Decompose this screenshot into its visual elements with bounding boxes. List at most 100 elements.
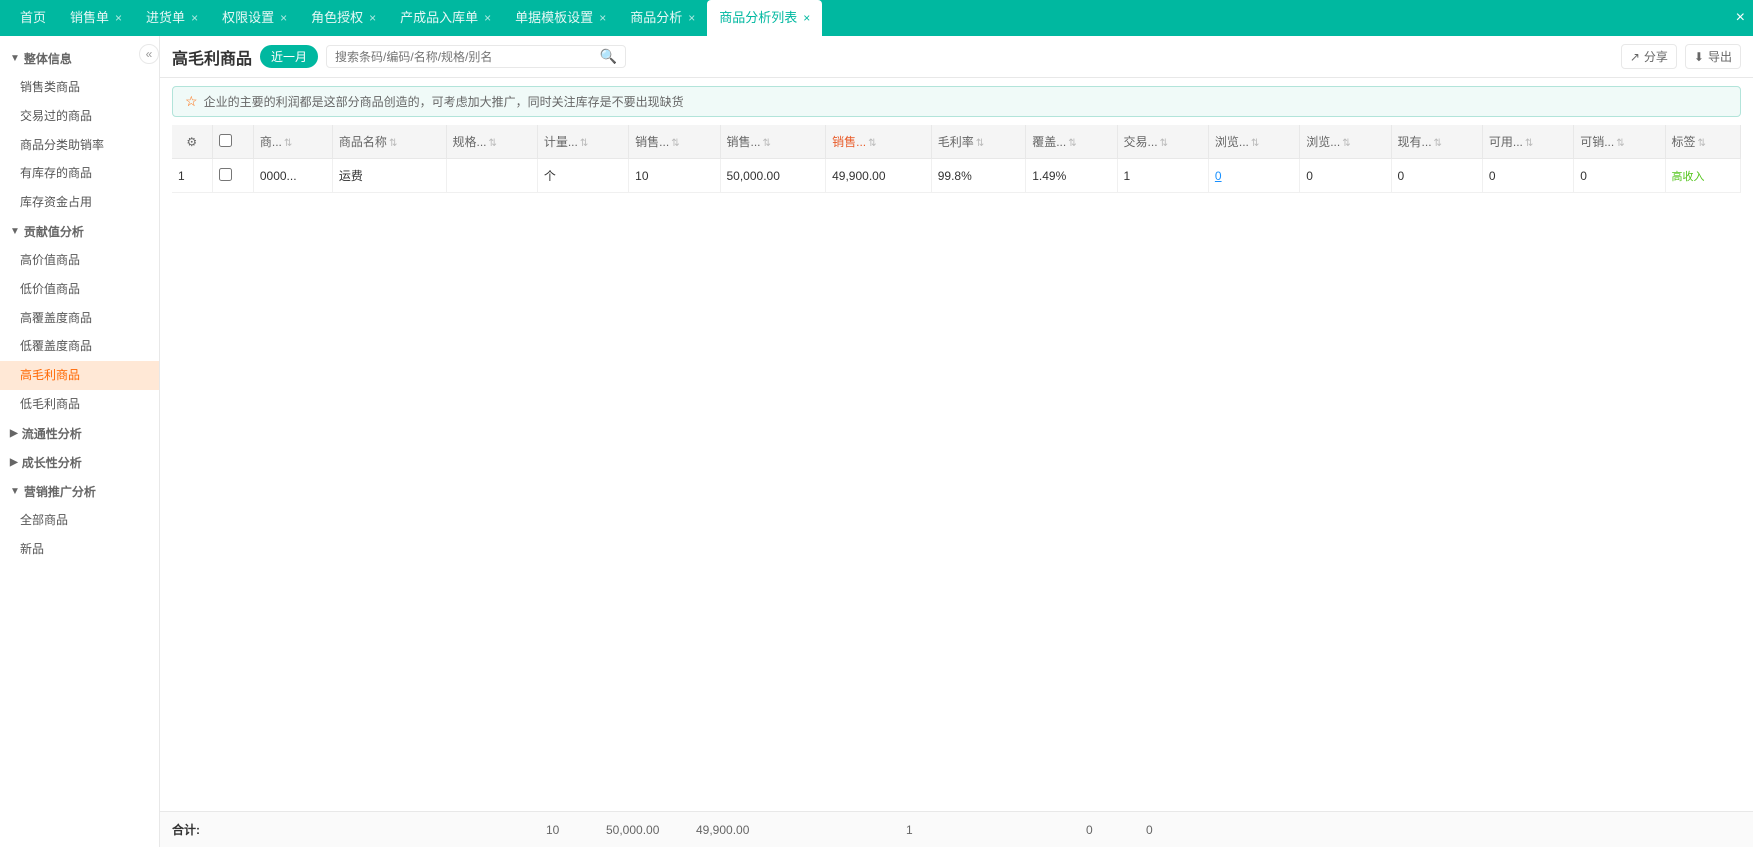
tab-purchase[interactable]: 进货单 × [134, 0, 210, 36]
sidebar-item-low-coverage[interactable]: 低覆盖度商品 [0, 332, 159, 361]
sidebar-item-low-value[interactable]: 低价值商品 [0, 275, 159, 304]
sort-icon-16: ⇅ [1698, 138, 1706, 149]
sidebar-group-growth[interactable]: ▶ 成长性分析 [0, 448, 159, 477]
col-saleable[interactable]: 可销...⇅ [1574, 125, 1665, 159]
cell-saleable: 0 [1574, 159, 1665, 193]
col-coverage[interactable]: 覆盖...⇅ [1026, 125, 1117, 159]
search-input[interactable] [335, 50, 596, 64]
arrow-icon: ▼ [10, 53, 20, 64]
tab-close-product-analysis-list[interactable]: × [803, 0, 810, 36]
content-area: 高毛利商品 近一月 🔍 ↗ 分享 ⬇ 导出 ☆ 企业的主要的利润都是这部分商品创… [160, 36, 1753, 847]
sidebar-item-stock-capital[interactable]: 库存资金占用 [0, 188, 159, 217]
sidebar-collapse-button[interactable]: « [139, 44, 159, 64]
cell-current: 0 [1391, 159, 1482, 193]
footer-sale-amount: 50,000.00 [600, 823, 690, 837]
sidebar-item-low-margin[interactable]: 低毛利商品 [0, 390, 159, 419]
sidebar-item-sales-goods[interactable]: 销售类商品 [0, 73, 159, 102]
tab-close-template[interactable]: × [599, 0, 606, 36]
tab-close-product-in[interactable]: × [484, 0, 491, 36]
cell-code: 0000... [253, 159, 332, 193]
search-icon: 🔍 [600, 48, 617, 65]
tab-close-purchase[interactable]: × [191, 0, 198, 36]
cell-sale-profit: 49,900.00 [826, 159, 932, 193]
sidebar-item-traded-goods[interactable]: 交易过的商品 [0, 102, 159, 131]
col-sale-qty[interactable]: 销售...⇅ [629, 125, 720, 159]
select-all-checkbox[interactable] [219, 134, 232, 147]
sort-icon-13: ⇅ [1434, 138, 1442, 149]
cell-available: 0 [1482, 159, 1573, 193]
sidebar-item-category-rate[interactable]: 商品分类助销率 [0, 131, 159, 160]
tip-icon: ☆ [185, 93, 198, 110]
sort-icon-11: ⇅ [1251, 138, 1259, 149]
tab-product-analysis[interactable]: 商品分析 × [618, 0, 707, 36]
tab-close-role[interactable]: × [369, 0, 376, 36]
col-unit[interactable]: 计量...⇅ [537, 125, 628, 159]
close-all-button[interactable]: × [1736, 9, 1745, 27]
tab-product-in[interactable]: 产成品入库单 × [388, 0, 503, 36]
col-gross-margin[interactable]: 毛利率⇅ [931, 125, 1026, 159]
sort-icon: ⇅ [284, 138, 292, 149]
cell-transaction: 1 [1117, 159, 1208, 193]
sidebar-item-high-value[interactable]: 高价值商品 [0, 246, 159, 275]
col-available[interactable]: 可用...⇅ [1482, 125, 1573, 159]
search-box: 🔍 [326, 45, 626, 68]
sidebar-group-marketing[interactable]: ▼ 营销推广分析 [0, 477, 159, 506]
sidebar: « ▼ 整体信息 销售类商品 交易过的商品 商品分类助销率 有库存的商品 库存资… [0, 36, 160, 847]
sidebar-group-overview[interactable]: ▼ 整体信息 [0, 44, 159, 73]
table-container[interactable]: ⚙ 商...⇅ 商品名称⇅ 规格...⇅ 计量...⇅ 销售...⇅ 销售...… [172, 125, 1741, 811]
tab-permission[interactable]: 权限设置 × [210, 0, 299, 36]
col-sale-profit[interactable]: 销售...⇅ [826, 125, 932, 159]
row-checkbox[interactable] [219, 168, 232, 181]
tab-template[interactable]: 单据模板设置 × [503, 0, 618, 36]
sort-icon-2: ⇅ [389, 138, 397, 149]
sidebar-item-new-goods[interactable]: 新品 [0, 535, 159, 564]
cell-checkbox[interactable] [212, 159, 253, 193]
export-button[interactable]: ⬇ 导出 [1685, 44, 1741, 69]
tab-product-analysis-list[interactable]: 商品分析列表 × [707, 0, 822, 36]
sort-icon-10: ⇅ [1160, 138, 1168, 149]
top-nav: 首页 销售单 × 进货单 × 权限设置 × 角色授权 × 产成品入库单 × 单据… [0, 0, 1753, 36]
cell-sale-qty: 10 [629, 159, 720, 193]
sidebar-item-high-coverage[interactable]: 高覆盖度商品 [0, 304, 159, 333]
sort-icon-12: ⇅ [1342, 138, 1350, 149]
col-sale-amount[interactable]: 销售...⇅ [720, 125, 826, 159]
sort-icon-15: ⇅ [1616, 138, 1624, 149]
col-view2[interactable]: 浏览...⇅ [1300, 125, 1391, 159]
tip-text: 企业的主要的利润都是这部分商品创造的，可考虑加大推广，同时关注库存是不要出现缺货 [204, 93, 684, 110]
col-code[interactable]: 商...⇅ [253, 125, 332, 159]
cell-unit: 个 [537, 159, 628, 193]
sort-icon-3: ⇅ [489, 138, 497, 149]
tab-close-sales[interactable]: × [115, 0, 122, 36]
tab-close-product-analysis[interactable]: × [688, 0, 695, 36]
cell-view1[interactable]: 0 [1208, 159, 1299, 193]
tab-sales[interactable]: 销售单 × [58, 0, 134, 36]
col-settings[interactable]: ⚙ [172, 125, 212, 159]
col-current[interactable]: 现有...⇅ [1391, 125, 1482, 159]
sidebar-item-high-margin[interactable]: 高毛利商品 [0, 361, 159, 390]
col-transaction[interactable]: 交易...⇅ [1117, 125, 1208, 159]
footer-current: 0 [1080, 823, 1140, 837]
sidebar-item-all-goods[interactable]: 全部商品 [0, 506, 159, 535]
share-button[interactable]: ↗ 分享 [1621, 44, 1677, 69]
tab-role[interactable]: 角色授权 × [299, 0, 388, 36]
sidebar-group-contribution[interactable]: ▼ 贡献值分析 [0, 217, 159, 246]
main-layout: « ▼ 整体信息 销售类商品 交易过的商品 商品分类助销率 有库存的商品 库存资… [0, 36, 1753, 847]
tab-home[interactable]: 首页 [8, 0, 58, 36]
sidebar-item-in-stock[interactable]: 有库存的商品 [0, 159, 159, 188]
col-checkbox[interactable] [212, 125, 253, 159]
tab-close-permission[interactable]: × [280, 0, 287, 36]
cell-spec [446, 159, 537, 193]
footer-transaction: 1 [900, 823, 960, 837]
cell-name: 运费 [332, 159, 446, 193]
arrow-icon-2: ▼ [10, 226, 20, 237]
sidebar-group-liquidity[interactable]: ▶ 流通性分析 [0, 419, 159, 448]
view1-link[interactable]: 0 [1215, 169, 1222, 183]
arrow-icon-3: ▶ [10, 428, 18, 439]
filter-recent-month-button[interactable]: 近一月 [260, 45, 318, 68]
col-tag[interactable]: 标签⇅ [1665, 125, 1740, 159]
tag-badge: 高收入 [1672, 171, 1705, 183]
col-spec[interactable]: 规格...⇅ [446, 125, 537, 159]
col-view1[interactable]: 浏览...⇅ [1208, 125, 1299, 159]
table-body: 1 0000... 运费 个 10 50,000.00 49,900.00 99… [172, 159, 1741, 193]
col-name[interactable]: 商品名称⇅ [332, 125, 446, 159]
